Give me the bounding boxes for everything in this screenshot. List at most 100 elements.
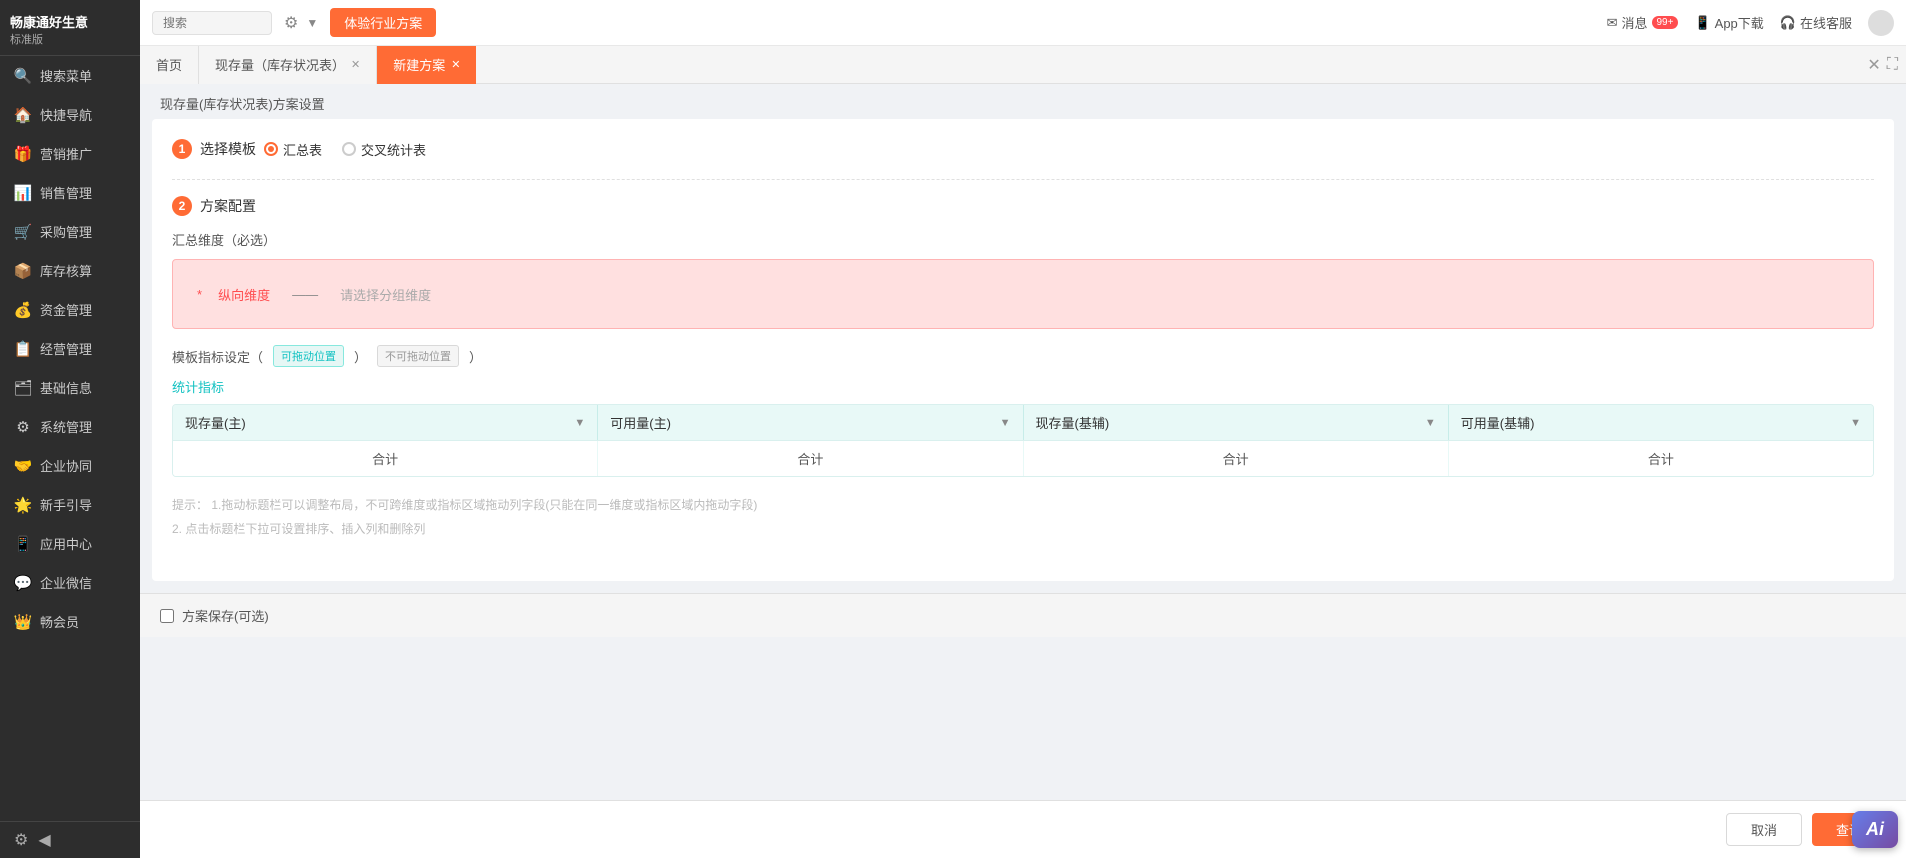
table-col-3[interactable]: 现存量(基辅) ▼ [1024, 405, 1449, 440]
sidebar-bottom: ⚙ ◀ [0, 821, 140, 858]
sidebar-item-purchase[interactable]: 🛒 采购管理 [0, 212, 140, 251]
table-col-2[interactable]: 可用量(主) ▼ [598, 405, 1023, 440]
step1-number: 1 [172, 139, 192, 159]
col-4-label: 可用量(基辅) [1461, 413, 1535, 432]
radio-summary[interactable]: 汇总表 [264, 140, 322, 159]
finance-icon: 💰 [14, 301, 32, 319]
expand-icon[interactable]: ⛶ [1887, 56, 1898, 74]
sidebar-item-finance[interactable]: 💰 资金管理 [0, 290, 140, 329]
sidebar-item-label: 快捷导航 [40, 105, 92, 124]
radio-summary-circle [264, 142, 278, 156]
metrics-header-label: 模板指标设定（ [172, 347, 263, 366]
col-3-arrow[interactable]: ▼ [1425, 417, 1436, 429]
dimension-box[interactable]: * 纵向维度 —— 请选择分组维度 [172, 259, 1874, 329]
sidebar-item-member[interactable]: 👑 畅会员 [0, 602, 140, 641]
step1-title: 选择模板 [200, 139, 256, 159]
table-col-1[interactable]: 现存量(主) ▼ [173, 405, 598, 440]
step2-section: 2 方案配置 汇总维度（必选） * 纵向维度 —— 请选择分组维度 模板指标设定… [172, 196, 1874, 541]
sidebar-item-inventory[interactable]: 📦 库存核算 [0, 251, 140, 290]
purchase-icon: 🛒 [14, 223, 32, 241]
page-title: 现存量(库存状况表)方案设置 [140, 84, 1906, 119]
search-input[interactable] [152, 11, 272, 35]
step2-title: 方案配置 [200, 196, 256, 216]
sidebar-item-label: 库存核算 [40, 261, 92, 280]
wechat-icon: 💬 [14, 574, 32, 592]
sidebar-item-search-menu[interactable]: 🔍 搜索菜单 [0, 56, 140, 95]
sidebar-nav: 🔍 搜索菜单 🏠 快捷导航 🎁 营销推广 📊 销售管理 🛒 采购管理 📦 库存核… [0, 56, 140, 821]
user-avatar-button[interactable] [1868, 10, 1894, 36]
sidebar-item-label: 企业微信 [40, 573, 92, 592]
tab-inventory-status[interactable]: 现存量（库存状况表） ✕ [199, 46, 377, 84]
cell-3: 合计 [1024, 441, 1449, 476]
radio-cross-label: 交叉统计表 [361, 140, 426, 159]
app-download-button[interactable]: 📱 App下载 [1694, 13, 1763, 32]
member-icon: 👑 [14, 613, 32, 631]
tip-2: 2. 点击标题栏下拉可设置排序、插入列和删除列 [172, 517, 1874, 541]
marketing-icon: 🎁 [14, 145, 32, 163]
sidebar-item-quick-nav[interactable]: 🏠 快捷导航 [0, 95, 140, 134]
sidebar-item-cooperation[interactable]: 🤝 企业协同 [0, 446, 140, 485]
message-button[interactable]: ✉ 消息 99+ [1607, 13, 1679, 32]
cell-2: 合计 [598, 441, 1023, 476]
table-body-row: 合计 合计 合计 合计 [173, 440, 1873, 476]
tip-1: 提示： 1.拖动标题栏可以调整布局，不可跨维度或指标区域拖动列字段(只能在同一维… [172, 493, 1874, 517]
sidebar-item-app-center[interactable]: 📱 应用中心 [0, 524, 140, 563]
col-1-label: 现存量(主) [185, 413, 246, 432]
topbar-right: ✉ 消息 99+ 📱 App下载 🎧 在线客服 [1607, 10, 1894, 36]
settings-panel: 1 选择模板 汇总表 交叉统计表 [152, 119, 1894, 581]
app-subtitle: 标准版 [10, 31, 130, 47]
tab-inventory-close[interactable]: ✕ [351, 58, 360, 71]
col-3-label: 现存量(基辅) [1036, 413, 1110, 432]
draggable-tag: 可拖动位置 [273, 345, 344, 367]
topbar-chevron[interactable]: ▼ [306, 16, 318, 30]
save-section: 方案保存(可选) [140, 593, 1906, 637]
sidebar-item-system[interactable]: ⚙ 系统管理 [0, 407, 140, 446]
tab-new-close[interactable]: ✕ [451, 58, 460, 71]
cancel-button[interactable]: 取消 [1726, 813, 1802, 846]
sidebar-item-label: 应用中心 [40, 534, 92, 553]
divider1 [172, 179, 1874, 180]
tabbar: 首页 现存量（库存状况表） ✕ 新建方案 ✕ ✕ ⛶ [140, 46, 1906, 84]
col-2-label: 可用量(主) [610, 413, 671, 432]
avatar [1868, 10, 1894, 36]
sidebar-item-label: 基础信息 [40, 378, 92, 397]
save-checkbox[interactable] [160, 609, 174, 623]
service-label: 在线客服 [1800, 13, 1852, 32]
close-panel-icon[interactable]: ✕ [1867, 55, 1880, 75]
tab-inventory-label: 现存量（库存状况表） [215, 55, 345, 74]
sidebar-item-marketing[interactable]: 🎁 营销推广 [0, 134, 140, 173]
sidebar-item-guide[interactable]: 🌟 新手引导 [0, 485, 140, 524]
sidebar-item-basic-info[interactable]: 🗂 基础信息 [0, 368, 140, 407]
radio-cross[interactable]: 交叉统计表 [342, 140, 426, 159]
col-4-arrow[interactable]: ▼ [1850, 417, 1861, 429]
col-1-arrow[interactable]: ▼ [574, 417, 585, 429]
dimension-field-label: 纵向维度 [218, 285, 270, 304]
main-container: ⚙ ▼ 体验行业方案 ✉ 消息 99+ 📱 App下载 🎧 在线客服 首页 [140, 0, 1906, 858]
metrics-header-close-paren: ） [469, 347, 482, 366]
settings-icon[interactable]: ⚙ [14, 830, 28, 850]
tab-new-plan[interactable]: 新建方案 ✕ [377, 46, 476, 84]
online-service-button[interactable]: 🎧 在线客服 [1780, 13, 1852, 32]
collapse-icon[interactable]: ◀ [38, 830, 50, 850]
ai-badge[interactable]: Ai [1852, 811, 1898, 848]
sidebar-item-sales[interactable]: 📊 销售管理 [0, 173, 140, 212]
table-col-4[interactable]: 可用量(基辅) ▼ [1449, 405, 1873, 440]
sidebar-item-label: 新手引导 [40, 495, 92, 514]
app-title: 畅康通好生意 [10, 12, 130, 31]
operations-icon: 📋 [14, 340, 32, 358]
col-2-arrow[interactable]: ▼ [1000, 417, 1011, 429]
dimension-label: 汇总维度（必选） [172, 230, 1874, 249]
metrics-header-suffix: ） [354, 347, 367, 366]
gear-icon[interactable]: ⚙ [284, 13, 298, 33]
trial-button[interactable]: 体验行业方案 [330, 8, 436, 37]
tab-new-label: 新建方案 [393, 55, 445, 74]
sidebar-item-label: 经营管理 [40, 339, 92, 358]
tab-home[interactable]: 首页 [140, 46, 199, 84]
sidebar-item-operations[interactable]: 📋 经营管理 [0, 329, 140, 368]
stats-label: 统计指标 [172, 377, 1874, 396]
sidebar-item-wechat[interactable]: 💬 企业微信 [0, 563, 140, 602]
phone-icon: 📱 [1694, 15, 1710, 31]
sidebar-item-label: 资金管理 [40, 300, 92, 319]
dimension-required-mark: * [197, 287, 202, 302]
action-bar: 取消 查询 [140, 800, 1906, 858]
